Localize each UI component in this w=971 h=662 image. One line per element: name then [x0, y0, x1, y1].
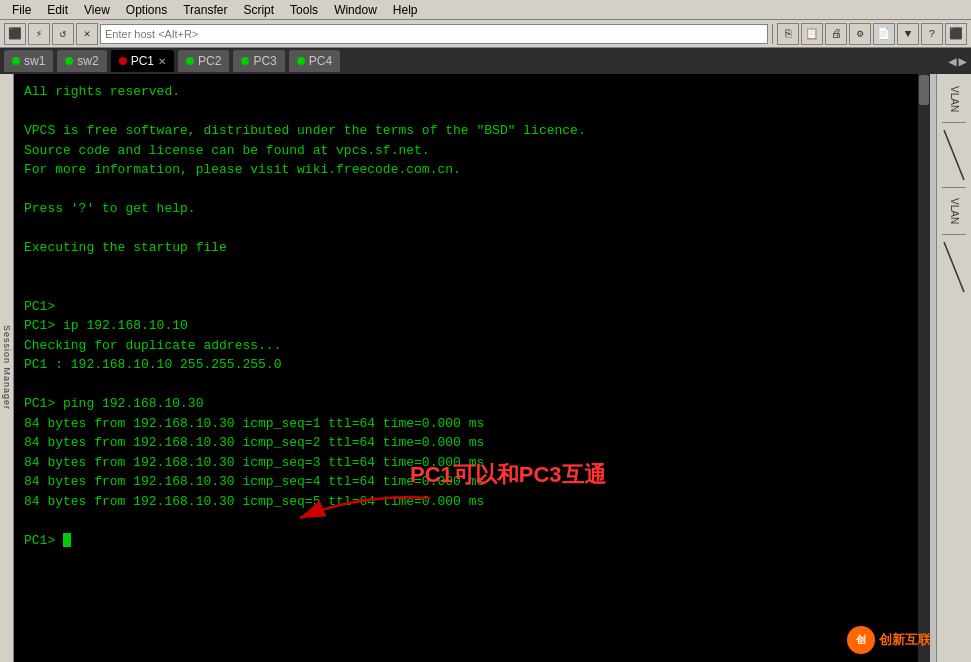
svg-line-1: [944, 130, 964, 180]
toolbar-flash[interactable]: ⚡: [28, 23, 50, 45]
line-22: 84 bytes from 192.168.10.30 icmp_seq=5 t…: [24, 492, 922, 512]
tab-sw1[interactable]: sw1: [4, 50, 53, 72]
line-18: 84 bytes from 192.168.10.30 icmp_seq=1 t…: [24, 414, 922, 434]
toolbar-help[interactable]: ?: [921, 23, 943, 45]
vlan-divider-3: [942, 234, 966, 235]
watermark-brand: 创新互联: [879, 631, 931, 649]
menu-help[interactable]: Help: [385, 3, 426, 17]
scrollbar-thumb[interactable]: [919, 75, 929, 105]
tab-label-pc4: PC4: [309, 54, 332, 68]
menu-view[interactable]: View: [76, 3, 118, 17]
tab-label-sw2: sw2: [77, 54, 98, 68]
menu-edit[interactable]: Edit: [39, 3, 76, 17]
tab-pc4[interactable]: PC4: [289, 50, 340, 72]
cursor: [63, 533, 71, 547]
line-16: [24, 375, 922, 395]
line-7: Press '?' to get help.: [24, 199, 922, 219]
vlan-diagram-2: [939, 237, 969, 297]
line-8: [24, 219, 922, 239]
toolbar-copy[interactable]: ⎘: [777, 23, 799, 45]
line-3: VPCS is free software, distributed under…: [24, 121, 922, 141]
line-14: Checking for duplicate address...: [24, 336, 922, 356]
line-15: PC1 : 192.168.10.10 255.255.255.0: [24, 355, 922, 375]
vlan-label-1[interactable]: VLAN: [947, 82, 962, 116]
line-24: PC1>: [24, 531, 922, 551]
line-13: PC1> ip 192.168.10.10: [24, 316, 922, 336]
tab-dot-pc2: [186, 57, 194, 65]
tab-label-sw1: sw1: [24, 54, 45, 68]
tab-nav-left[interactable]: ◀: [948, 53, 956, 70]
tab-dot-sw1: [12, 57, 20, 65]
line-1: All rights reserved.: [24, 82, 922, 102]
terminal-scrollbar[interactable]: [918, 74, 930, 662]
toolbar-extra[interactable]: ⬛: [945, 23, 967, 45]
tab-pc1[interactable]: PC1 ✕: [111, 50, 174, 72]
tabbar: sw1 sw2 PC1 ✕ PC2 PC3 PC4 ◀ ▶: [0, 48, 971, 74]
toolbar-settings[interactable]: ⚙: [849, 23, 871, 45]
toolbar-disconnect[interactable]: ✕: [76, 23, 98, 45]
terminal-content: All rights reserved. VPCS is free softwa…: [14, 74, 930, 558]
toolbar-refresh[interactable]: ↺: [52, 23, 74, 45]
vlan-divider-1: [942, 122, 966, 123]
tab-pc3[interactable]: PC3: [233, 50, 284, 72]
session-manager-label: Session Manager: [2, 325, 12, 410]
toolbar-filter[interactable]: ▼: [897, 23, 919, 45]
menu-transfer[interactable]: Transfer: [175, 3, 235, 17]
menubar: File Edit View Options Transfer Script T…: [0, 0, 971, 20]
vlan-divider-2: [942, 187, 966, 188]
toolbar: ⬛ ⚡ ↺ ✕ ⎘ 📋 🖨 ⚙ 📄 ▼ ? ⬛: [0, 20, 971, 48]
tab-nav-arrows: ◀ ▶: [948, 53, 967, 70]
line-2: [24, 102, 922, 122]
watermark-logo-text: 创: [856, 633, 866, 647]
left-session-manager: Session Manager: [0, 74, 14, 662]
toolbar-log[interactable]: 📄: [873, 23, 895, 45]
tab-dot-sw2: [65, 57, 73, 65]
tab-dot-pc4: [297, 57, 305, 65]
terminal-container[interactable]: All rights reserved. VPCS is free softwa…: [14, 74, 930, 662]
watermark-logo: 创: [847, 626, 875, 654]
tab-sw2[interactable]: sw2: [57, 50, 106, 72]
menu-options[interactable]: Options: [118, 3, 175, 17]
line-12: PC1>: [24, 297, 922, 317]
menu-window[interactable]: Window: [326, 3, 385, 17]
separator-1: [772, 24, 773, 44]
address-input[interactable]: [100, 24, 768, 44]
line-23: [24, 511, 922, 531]
toolbar-paste[interactable]: 📋: [801, 23, 823, 45]
menu-file[interactable]: File: [4, 3, 39, 17]
line-9: Executing the startup file: [24, 238, 922, 258]
tab-label-pc2: PC2: [198, 54, 221, 68]
vlan-diagram-1: [939, 125, 969, 185]
toolbar-new[interactable]: ⬛: [4, 23, 26, 45]
tab-label-pc3: PC3: [253, 54, 276, 68]
tab-dot-pc1: [119, 57, 127, 65]
line-6: [24, 180, 922, 200]
tab-label-pc1: PC1: [131, 54, 154, 68]
line-21: 84 bytes from 192.168.10.30 icmp_seq=4 t…: [24, 472, 922, 492]
svg-line-2: [944, 242, 964, 292]
line-20: 84 bytes from 192.168.10.30 icmp_seq=3 t…: [24, 453, 922, 473]
line-11: [24, 277, 922, 297]
tab-dot-pc3: [241, 57, 249, 65]
vlan-label-2[interactable]: VLAN: [947, 194, 962, 228]
line-5: For more information, please visit wiki.…: [24, 160, 922, 180]
line-19: 84 bytes from 192.168.10.30 icmp_seq=2 t…: [24, 433, 922, 453]
toolbar-print[interactable]: 🖨: [825, 23, 847, 45]
tab-pc2[interactable]: PC2: [178, 50, 229, 72]
tab-nav-right[interactable]: ▶: [959, 53, 967, 70]
line-17: PC1> ping 192.168.10.30: [24, 394, 922, 414]
line-4: Source code and license can be found at …: [24, 141, 922, 161]
right-panel: VLAN VLAN: [936, 74, 971, 662]
line-10: [24, 258, 922, 278]
menu-tools[interactable]: Tools: [282, 3, 326, 17]
watermark: 创 创新互联: [847, 626, 931, 654]
menu-script[interactable]: Script: [235, 3, 282, 17]
tab-close-pc1[interactable]: ✕: [158, 56, 166, 67]
